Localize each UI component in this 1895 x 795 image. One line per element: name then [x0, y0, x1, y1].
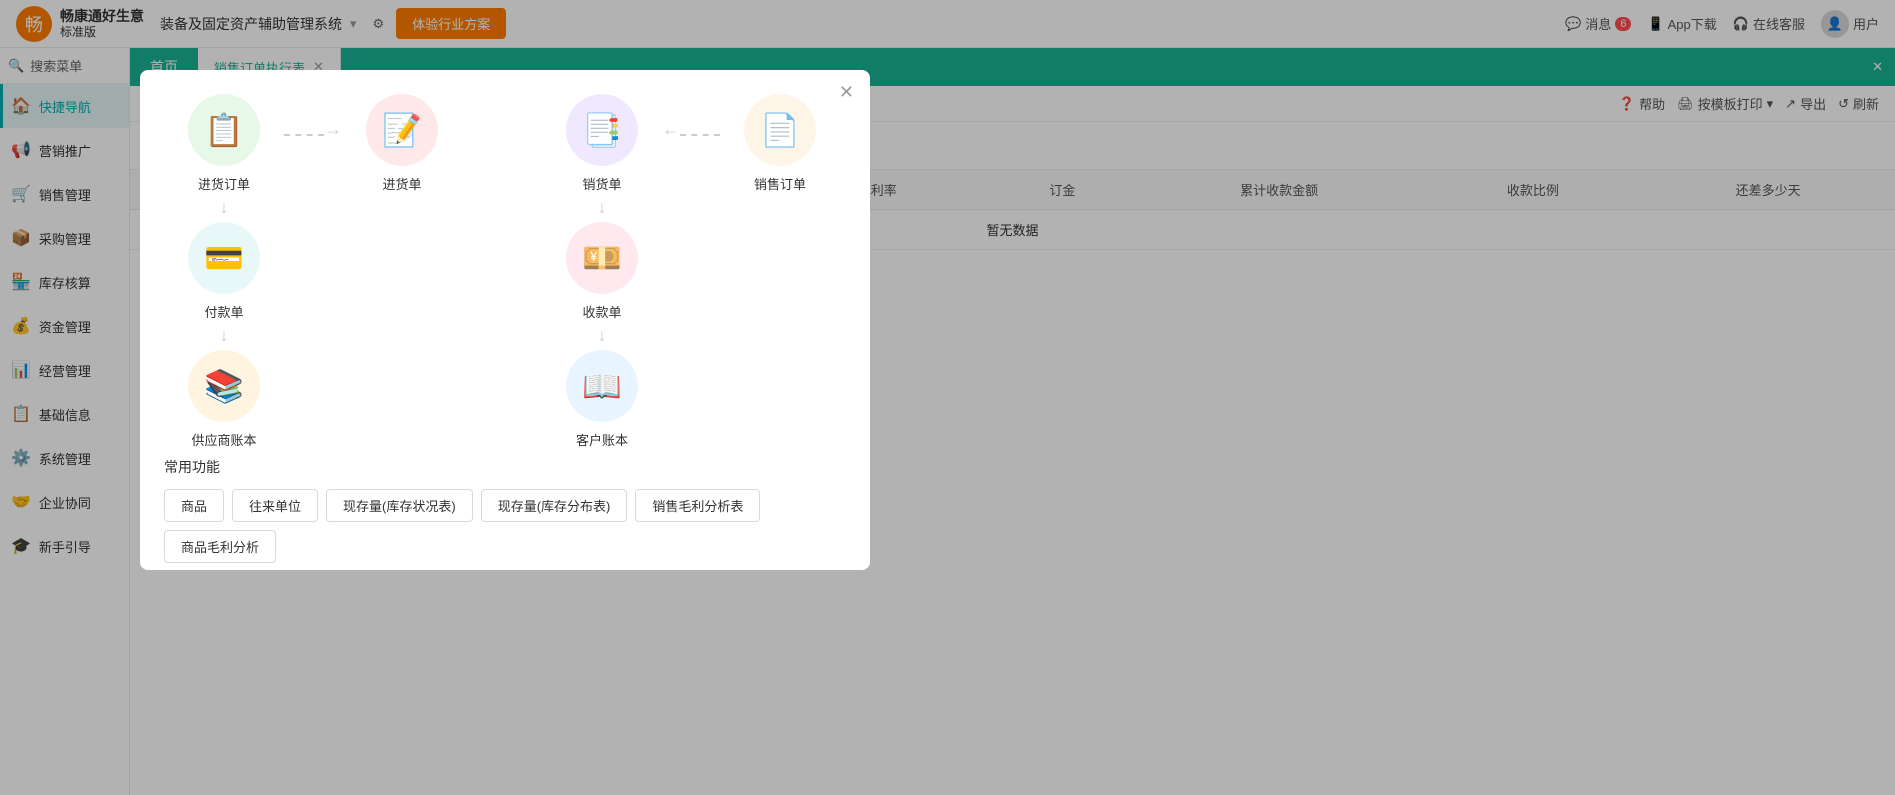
flow-node-purchase-bill[interactable]: 📝 进货单 — [342, 94, 462, 193]
func-btn-stock-dist[interactable]: 现存量(库存分布表) — [481, 489, 628, 522]
modal-overlay[interactable]: ✕ 📋 进货订单 ↓ 💳 付款单 ↓ — [0, 0, 1895, 795]
h-arrow-1: → — [284, 94, 342, 140]
sales-order-column: 📄 销售订单 — [720, 94, 840, 193]
function-grid-1: 商品 往来单位 现存量(库存状况表) 现存量(库存分布表) 销售毛利分析表 商品… — [164, 489, 846, 563]
modal-close-icon[interactable]: ✕ — [839, 82, 854, 103]
arrow-down-1: ↓ — [188, 193, 260, 222]
flow-node-customer-ledger[interactable]: 📖 客户账本 — [542, 350, 662, 449]
payment-circle: 💳 — [188, 222, 260, 294]
supplier-circle: 📚 — [188, 350, 260, 422]
receipt-circle: 💴 — [566, 222, 638, 294]
arrow-down-3: ↓ — [566, 193, 638, 222]
func-btn-product[interactable]: 商品 — [164, 489, 224, 522]
h-arrow-2: ← — [662, 94, 720, 140]
arrow-down-4: ↓ — [566, 321, 638, 350]
func-btn-product-profit[interactable]: 商品毛利分析 — [164, 530, 276, 563]
common-functions-section: 常用功能 商品 往来单位 现存量(库存状况表) 现存量(库存分布表) 销售毛利分… — [164, 457, 846, 570]
arrow-down-2: ↓ — [188, 321, 260, 350]
sales-order-circle: 📄 — [744, 94, 816, 166]
purchase-bill-column: 📝 进货单 — [342, 94, 462, 193]
quick-nav-modal: ✕ 📋 进货订单 ↓ 💳 付款单 ↓ — [140, 70, 870, 570]
func-btn-stock-status[interactable]: 现存量(库存状况表) — [326, 489, 473, 522]
flow-node-sales-order[interactable]: 📄 销售订单 — [720, 94, 840, 193]
flow-node-sales-bill[interactable]: 📑 销货单 — [542, 94, 662, 193]
sales-bill-column: 📑 销货单 ↓ 💴 收款单 ↓ 📖 客户账本 — [542, 94, 662, 449]
flow-node-receipt-bill[interactable]: 💴 收款单 — [542, 222, 662, 321]
flow-node-payment-bill[interactable]: 💳 付款单 — [164, 222, 284, 321]
purchase-bill-circle: 📝 — [366, 94, 438, 166]
flow-node-purchase-order[interactable]: 📋 进货订单 — [164, 94, 284, 193]
left-column: 📋 进货订单 ↓ 💳 付款单 ↓ 📚 供应商账本 — [164, 94, 284, 449]
sales-bill-circle: 📑 — [566, 94, 638, 166]
func-btn-partner[interactable]: 往来单位 — [232, 489, 318, 522]
func-btn-sales-profit[interactable]: 销售毛利分析表 — [635, 489, 760, 522]
purchase-row: 📋 进货订单 — [164, 94, 284, 193]
flow-node-supplier-ledger[interactable]: 📚 供应商账本 — [164, 350, 284, 449]
purchase-order-circle: 📋 — [188, 94, 260, 166]
section-title: 常用功能 — [164, 457, 846, 477]
flow-diagram: 📋 进货订单 ↓ 💳 付款单 ↓ 📚 供应商账本 — [164, 94, 846, 449]
customer-circle: 📖 — [566, 350, 638, 422]
